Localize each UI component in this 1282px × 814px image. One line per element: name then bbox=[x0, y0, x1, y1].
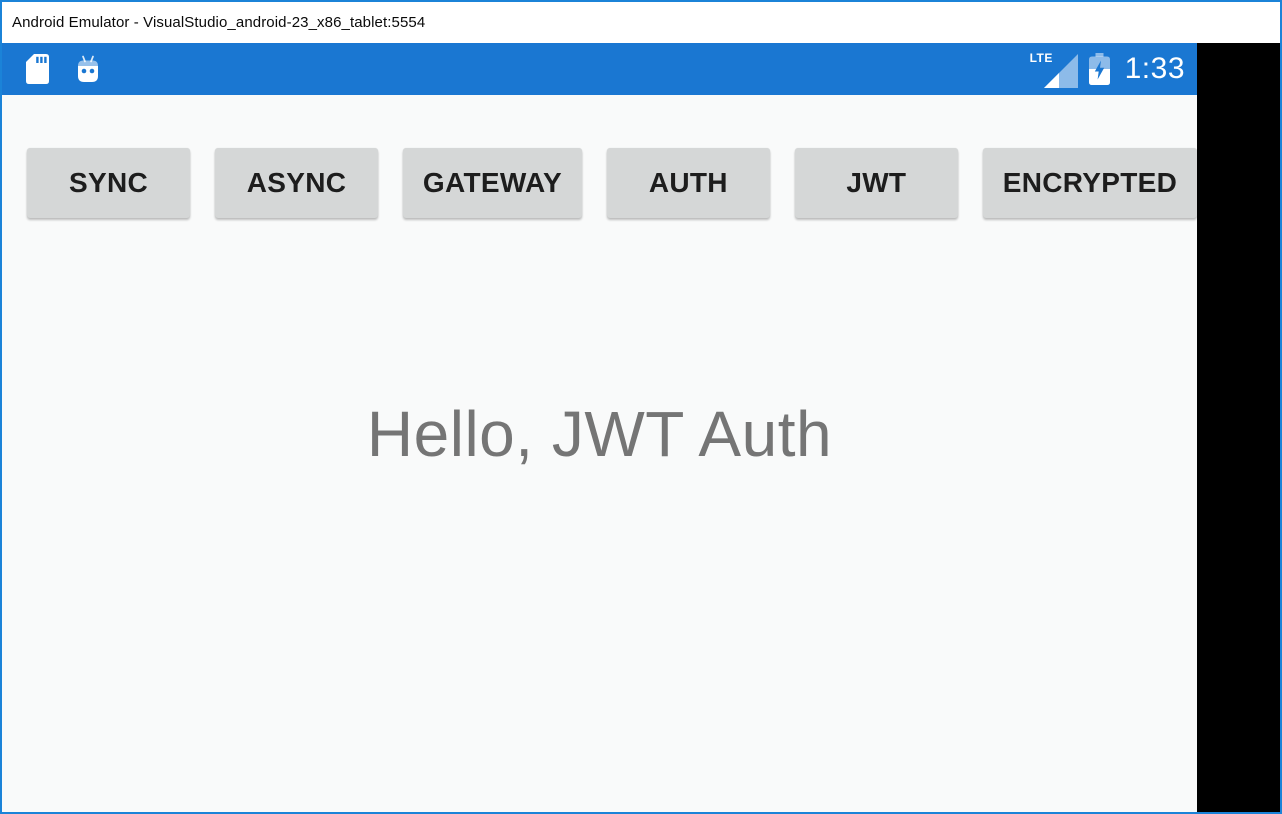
sd-card-icon bbox=[26, 54, 49, 84]
app-content: SYNC ASYNC GATEWAY AUTH JWT ENCRYPTED He… bbox=[2, 95, 1197, 812]
window-content: LTE 1:33 SYNC ASYNC GATEWAY AUTH JWT ENC… bbox=[2, 43, 1280, 812]
emulator-window: Android Emulator - VisualStudio_android-… bbox=[0, 0, 1282, 814]
gateway-button[interactable]: GATEWAY bbox=[403, 148, 582, 218]
sync-button[interactable]: SYNC bbox=[27, 148, 190, 218]
button-row: SYNC ASYNC GATEWAY AUTH JWT ENCRYPTED bbox=[27, 148, 1197, 218]
battery-charging-icon bbox=[1088, 53, 1110, 85]
device-screen: LTE 1:33 SYNC ASYNC GATEWAY AUTH JWT ENC… bbox=[2, 43, 1197, 812]
status-bar-clock: 1:33 bbox=[1124, 52, 1185, 85]
greeting-message: Hello, JWT Auth bbox=[366, 398, 833, 470]
signal-triangle-icon: LTE bbox=[1030, 51, 1078, 88]
encrypted-button[interactable]: ENCRYPTED bbox=[982, 148, 1197, 218]
window-title: Android Emulator - VisualStudio_android-… bbox=[12, 14, 426, 31]
async-button[interactable]: ASYNC bbox=[215, 148, 378, 218]
status-bar-right: LTE 1:33 bbox=[1030, 51, 1185, 88]
window-title-bar[interactable]: Android Emulator - VisualStudio_android-… bbox=[2, 2, 1280, 43]
android-robot-icon bbox=[74, 55, 102, 84]
jwt-button[interactable]: JWT bbox=[794, 148, 958, 218]
letterbox-strip bbox=[1197, 43, 1280, 812]
status-bar-left bbox=[26, 54, 102, 84]
auth-button[interactable]: AUTH bbox=[606, 148, 770, 218]
android-status-bar: LTE 1:33 bbox=[2, 43, 1197, 95]
